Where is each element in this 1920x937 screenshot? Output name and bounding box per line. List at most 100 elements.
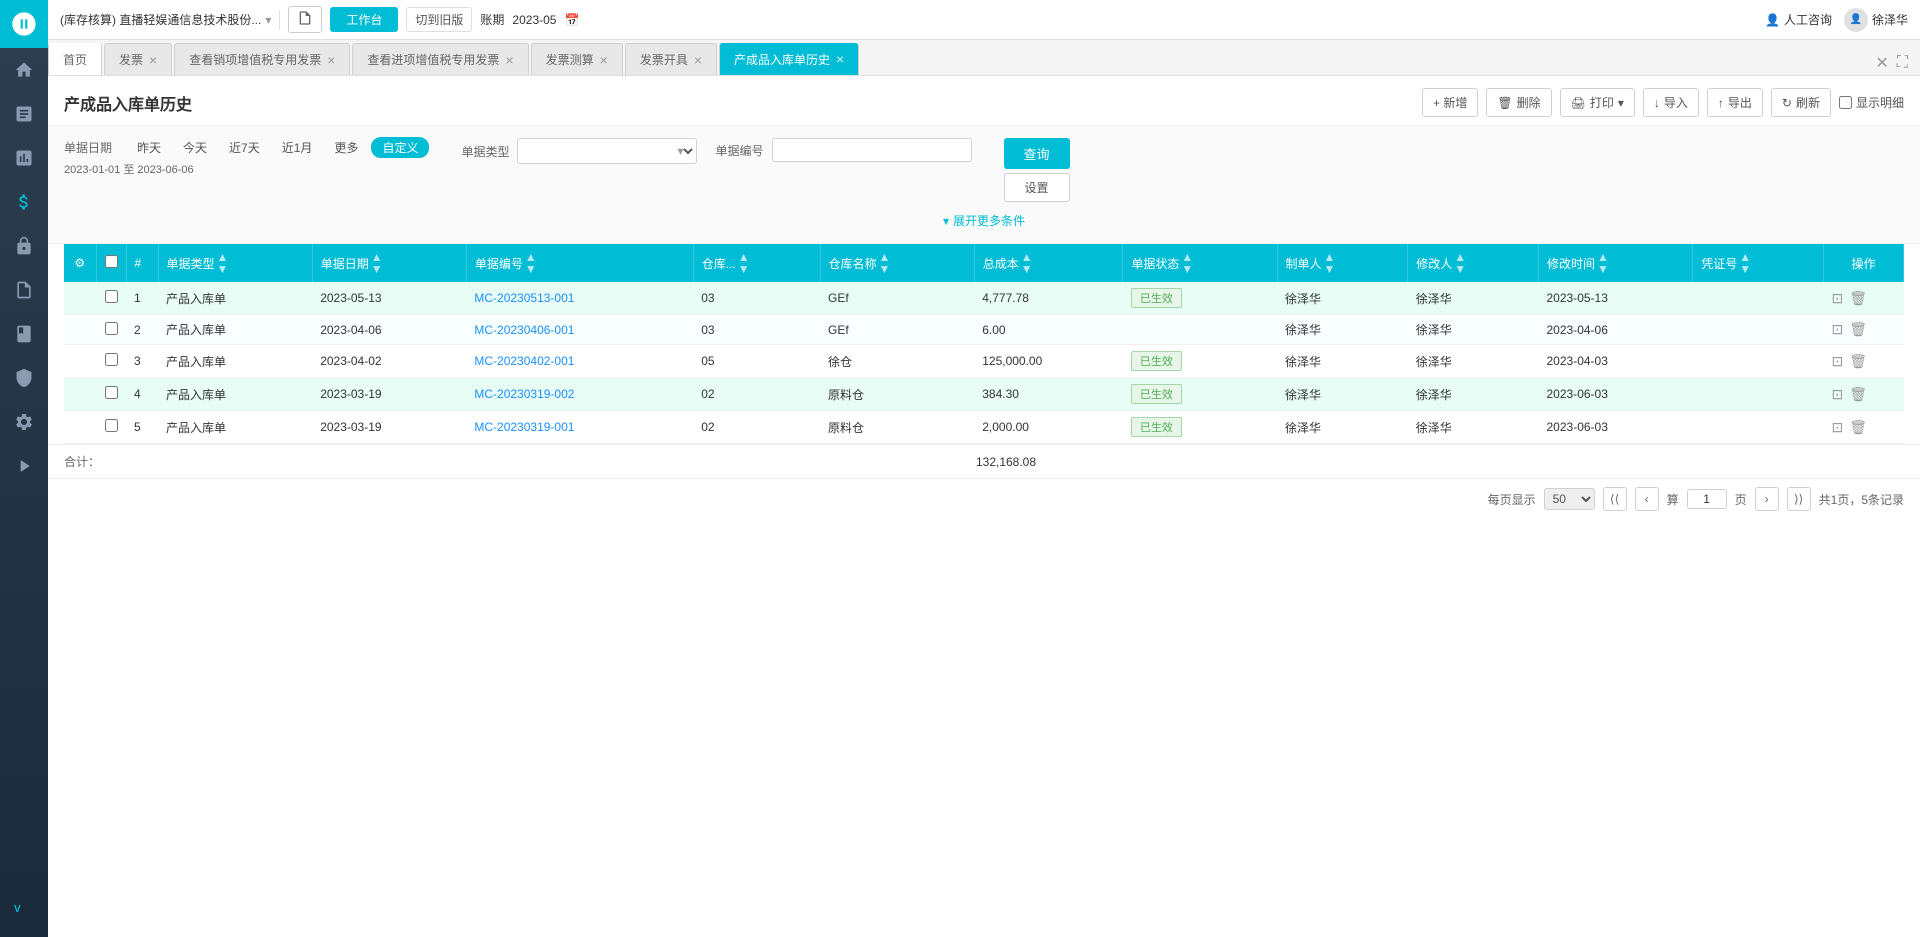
date-more-btn[interactable]: 更多 [325, 136, 367, 159]
help-btn[interactable]: 👤 人工咨询 [1765, 11, 1832, 28]
tab-purchase-vat[interactable]: 查看进项增值税专用发票 × [352, 43, 528, 75]
sidebar-item-lock[interactable] [0, 224, 48, 268]
col-voucher[interactable]: 凭证号▲▼ [1693, 244, 1824, 282]
edit-btn-4[interactable]: ⊡ [1832, 419, 1844, 436]
export-button[interactable]: ↑ 导出 [1707, 88, 1763, 117]
cell-status-4: 已生效 [1123, 411, 1277, 444]
sidebar-item-analytics[interactable] [0, 136, 48, 180]
cell-number-1[interactable]: MC-20230406-001 [466, 315, 693, 345]
import-button[interactable]: ↓ 导入 [1643, 88, 1699, 117]
date-yesterday-btn[interactable]: 昨天 [128, 136, 170, 159]
prev-page-btn[interactable]: ‹ [1635, 487, 1659, 511]
tab-open-close[interactable]: × [694, 53, 702, 67]
cell-checkbox-0[interactable] [96, 282, 126, 315]
tab-open[interactable]: 发票开具 × [625, 43, 717, 75]
date-custom-btn[interactable]: 自定义 [371, 137, 429, 158]
col-settings[interactable]: ⚙ [64, 244, 96, 282]
delete-btn-1[interactable]: 🗑 [1849, 321, 1867, 338]
cell-checkbox-1[interactable] [96, 315, 126, 345]
tab-purchase-vat-close[interactable]: × [505, 53, 513, 67]
refresh-button[interactable]: ↻ 刷新 [1771, 88, 1831, 117]
date-today-btn[interactable]: 今天 [174, 136, 216, 159]
first-page-btn[interactable]: ⟨⟨ [1603, 487, 1627, 511]
set-button[interactable]: 设置 [1004, 173, 1070, 202]
cell-checkbox-3[interactable] [96, 378, 126, 411]
select-all-checkbox[interactable] [105, 255, 118, 268]
col-warehouse-code[interactable]: 仓库...▲▼ [693, 244, 820, 282]
date-1month-btn[interactable]: 近1月 [273, 136, 322, 159]
cell-number-2[interactable]: MC-20230402-001 [466, 345, 693, 378]
tabbar: 首页 发票 × 查看销项增值税专用发票 × 查看进项增值税专用发票 × 发票测算… [48, 40, 1920, 76]
next-page-btn[interactable]: › [1755, 487, 1779, 511]
sidebar-item-settings[interactable] [0, 400, 48, 444]
tab-invoice-close[interactable]: × [149, 53, 157, 67]
period-value: 2023-05 [512, 13, 556, 27]
sidebar-item-doc[interactable] [0, 268, 48, 312]
type-filter-select[interactable] [517, 138, 697, 164]
edit-btn-2[interactable]: ⊡ [1832, 353, 1844, 370]
number-filter-input[interactable] [772, 138, 972, 162]
tab-open-label: 发票开具 [640, 51, 688, 68]
tab-home[interactable]: 首页 [48, 43, 102, 75]
cell-number-0[interactable]: MC-20230513-001 [466, 282, 693, 315]
per-page-select[interactable]: 20 50 100 [1544, 488, 1595, 510]
col-warehouse-name[interactable]: 仓库名称▲▼ [820, 244, 974, 282]
edit-btn-1[interactable]: ⊡ [1832, 321, 1844, 338]
tab-sales-vat[interactable]: 查看销项增值税专用发票 × [174, 43, 350, 75]
tab-invoice[interactable]: 发票 × [104, 43, 172, 75]
workspace-button[interactable]: 工作台 [330, 7, 398, 32]
sidebar-item-book[interactable] [0, 312, 48, 356]
col-number[interactable]: 单据编号▲▼ [466, 244, 693, 282]
show-details-input[interactable] [1839, 96, 1852, 109]
cell-checkbox-2[interactable] [96, 345, 126, 378]
tab-sales-vat-close[interactable]: × [327, 53, 335, 67]
sidebar-item-v[interactable]: V [0, 885, 48, 929]
sidebar: V [0, 0, 48, 937]
sidebar-item-home[interactable] [0, 48, 48, 92]
page-number-input[interactable] [1687, 489, 1727, 509]
sidebar-item-finance[interactable] [0, 180, 48, 224]
col-date[interactable]: 单据日期▲▼ [312, 244, 466, 282]
company-selector[interactable]: (库存核算) 直播轻娱通信息技术股份... ▾ [60, 11, 271, 28]
period-calendar-icon[interactable]: 📅 [564, 13, 579, 27]
user-avatar[interactable]: 👤 徐泽华 [1844, 8, 1908, 32]
tab-calc-close[interactable]: × [600, 53, 608, 67]
sidebar-item-video[interactable] [0, 444, 48, 488]
cell-number-3[interactable]: MC-20230319-002 [466, 378, 693, 411]
cell-checkbox-4[interactable] [96, 411, 126, 444]
company-dropdown-icon[interactable]: ▾ [265, 13, 271, 27]
sidebar-item-inbox[interactable] [0, 92, 48, 136]
doc-icon-btn[interactable] [288, 6, 322, 33]
cell-number-4[interactable]: MC-20230319-001 [466, 411, 693, 444]
last-page-btn[interactable]: ⟩⟩ [1787, 487, 1811, 511]
col-type[interactable]: 单据类型▲▼ [158, 244, 312, 282]
switch-version-button[interactable]: 切到旧版 [406, 7, 472, 32]
show-details-checkbox[interactable]: 显示明细 [1839, 94, 1904, 111]
edit-btn-0[interactable]: ⊡ [1832, 290, 1844, 307]
tab-close-all-icon[interactable]: ✕ [1875, 53, 1888, 73]
topbar: (库存核算) 直播轻娱通信息技术股份... ▾ 工作台 切到旧版 账期 2023… [48, 0, 1920, 40]
col-status[interactable]: 单据状态▲▼ [1123, 244, 1277, 282]
delete-btn-2[interactable]: 🗑 [1849, 353, 1867, 370]
print-button[interactable]: 🖨 打印 ▾ [1560, 88, 1635, 117]
expand-filter-btn[interactable]: ▾ 展开更多条件 [935, 208, 1033, 233]
tab-calc[interactable]: 发票测算 × [531, 43, 623, 75]
delete-btn-3[interactable]: 🗑 [1849, 386, 1867, 403]
table-header: ⚙ # 单据类型▲▼ 单据日期▲▼ 单据编号▲▼ 仓库...▲▼ 仓库名称▲▼ … [64, 244, 1904, 282]
tab-expand-icon[interactable]: ⛶ [1897, 54, 1908, 72]
delete-btn-4[interactable]: 🗑 [1849, 419, 1867, 436]
data-table: ⚙ # 单据类型▲▼ 单据日期▲▼ 单据编号▲▼ 仓库...▲▼ 仓库名称▲▼ … [64, 244, 1904, 444]
tab-product-history-close[interactable]: × [836, 52, 844, 66]
query-button[interactable]: 查询 [1004, 138, 1070, 169]
col-modify-time[interactable]: 修改时间▲▼ [1539, 244, 1693, 282]
edit-btn-3[interactable]: ⊡ [1832, 386, 1844, 403]
delete-btn-0[interactable]: 🗑 [1849, 290, 1867, 307]
col-total-cost[interactable]: 总成本▲▼ [974, 244, 1123, 282]
date-7days-btn[interactable]: 近7天 [220, 136, 269, 159]
delete-button[interactable]: 🗑 删除 [1486, 88, 1551, 117]
tab-product-history[interactable]: 产成品入库单历史 × [719, 43, 859, 75]
col-modifier[interactable]: 修改人▲▼ [1408, 244, 1539, 282]
col-creator[interactable]: 制单人▲▼ [1277, 244, 1408, 282]
sidebar-item-stamp[interactable] [0, 356, 48, 400]
new-button[interactable]: + 新增 [1422, 88, 1478, 117]
